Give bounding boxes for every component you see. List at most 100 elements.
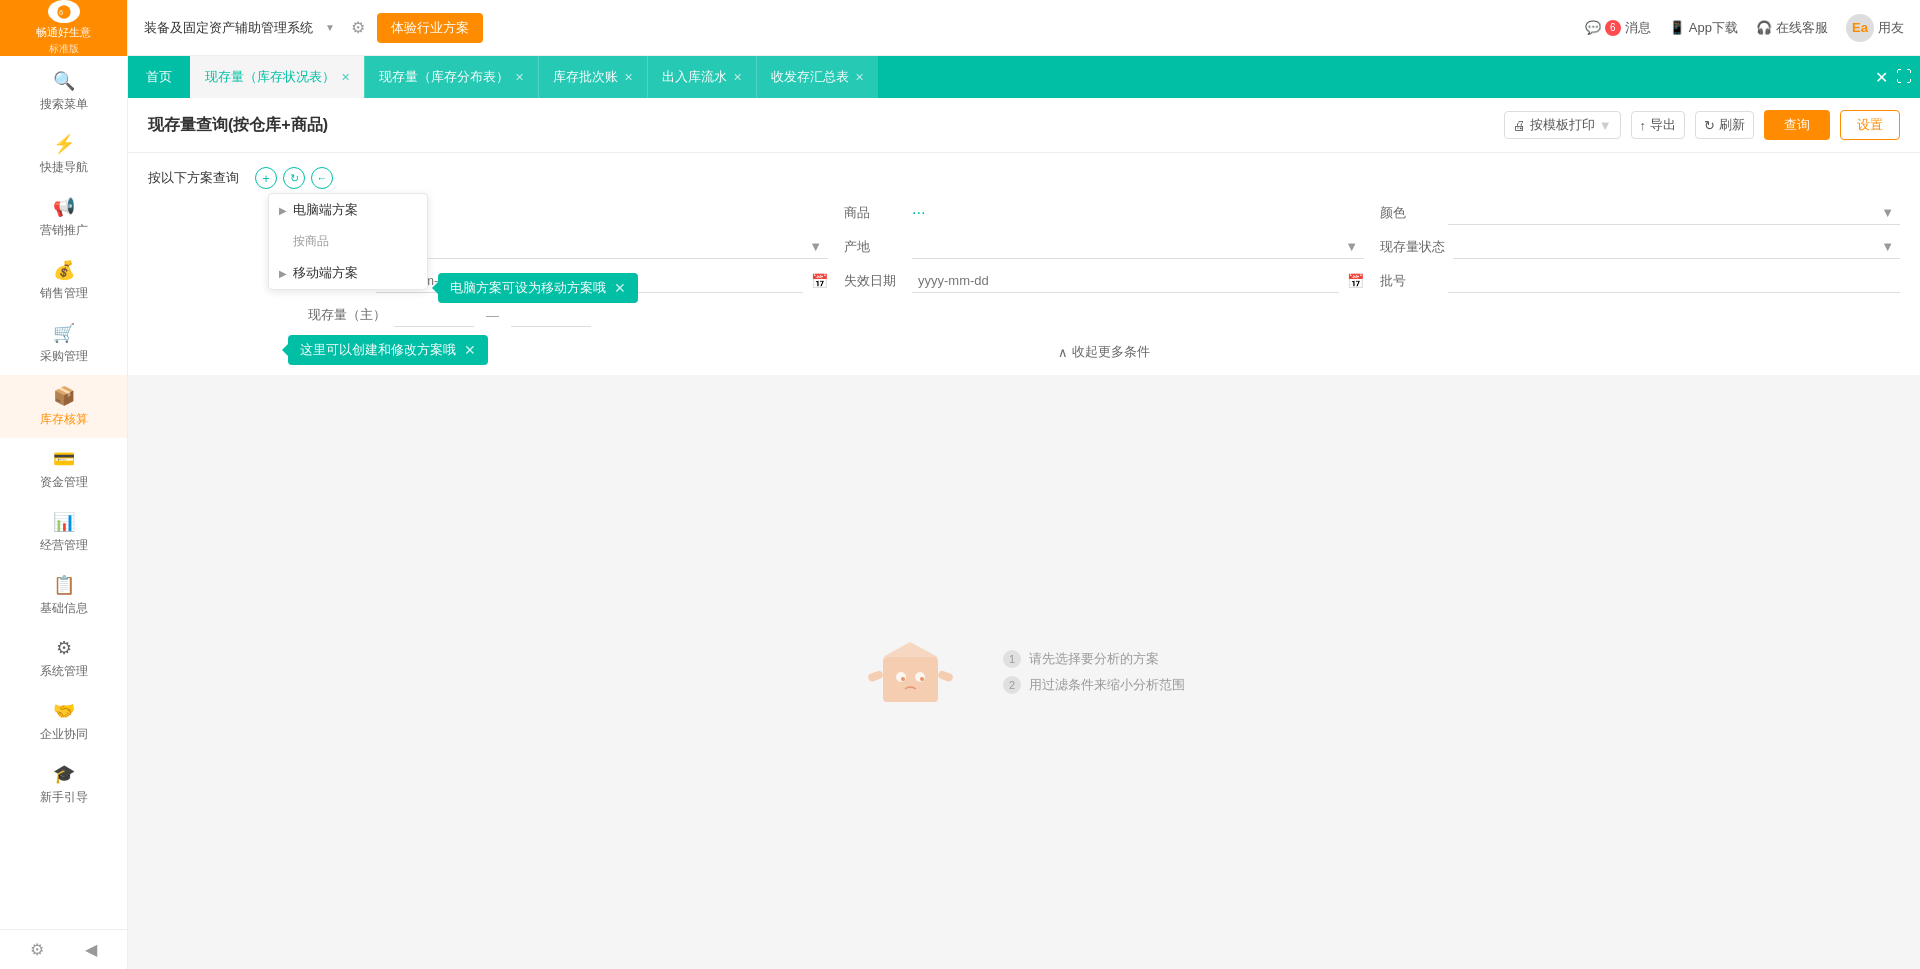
header-right: 💬 6 消息 📱 App下载 🎧 在线客服 Ea 用友 <box>1585 14 1904 42</box>
step-2-text: 用过滤条件来缩小分析范围 <box>1029 676 1185 694</box>
empty-illustration <box>863 622 963 722</box>
set-button[interactable]: 设置 <box>1840 110 1900 140</box>
service-label: 在线客服 <box>1776 19 1828 37</box>
tab-close-all-icon[interactable]: ✕ <box>1875 68 1888 87</box>
tab-close-3[interactable]: ✕ <box>624 71 633 84</box>
collapse-row[interactable]: ∧ 收起更多条件 <box>308 335 1900 365</box>
expire-date-input[interactable] <box>912 269 1339 293</box>
scheme-mobile[interactable]: ▶ 移动端方案 <box>269 257 427 289</box>
export-button[interactable]: ↑ 导出 <box>1631 111 1686 139</box>
print-button[interactable]: 🖨 按模板打印 ▼ <box>1504 111 1621 139</box>
sidebar-item-purchase[interactable]: 🛒 采购管理 <box>0 312 127 375</box>
tooltip-pc: 电脑方案可设为移动方案哦 ✕ <box>438 273 638 303</box>
service-icon: 🎧 <box>1756 20 1772 35</box>
search-button[interactable]: 查询 <box>1764 110 1830 140</box>
message-label: 消息 <box>1625 19 1651 37</box>
goods-dots[interactable]: ··· <box>912 204 925 222</box>
svg-rect-2 <box>883 657 938 702</box>
sidebar-item-guide[interactable]: 🎓 新手引导 <box>0 753 127 816</box>
tab-inventory-status[interactable]: 现存量（库存状况表） ✕ <box>190 56 364 98</box>
tab-close-1[interactable]: ✕ <box>341 71 350 84</box>
tooltip-pc-close[interactable]: ✕ <box>614 280 626 296</box>
tab-batch[interactable]: 库存批次账 ✕ <box>538 56 647 98</box>
tab-bar: 首页 现存量（库存状况表） ✕ 现存量（库存分布表） ✕ 库存批次账 ✕ 出入库… <box>128 56 1920 98</box>
sidebar-item-basic[interactable]: 📋 基础信息 <box>0 564 127 627</box>
step-1-text: 请先选择要分析的方案 <box>1029 650 1159 668</box>
app-download-item[interactable]: 📱 App下载 <box>1669 19 1738 37</box>
tab-flow[interactable]: 出入库流水 ✕ <box>647 56 756 98</box>
empty-step-2: 2 用过滤条件来缩小分析范围 <box>1003 676 1185 694</box>
settings-icon[interactable]: ⚙ <box>351 18 365 37</box>
back-scheme-btn[interactable]: ← <box>311 167 333 189</box>
add-scheme-btn[interactable]: + <box>255 167 277 189</box>
collapse-btn[interactable]: ◀ <box>85 940 97 959</box>
industry-button[interactable]: 体验行业方案 <box>377 13 483 43</box>
sidebar-item-finance[interactable]: 💳 资金管理 <box>0 438 127 501</box>
tab-home[interactable]: 首页 <box>128 56 190 98</box>
sidebar-item-search[interactable]: 🔍 搜索菜单 <box>0 60 127 123</box>
batch-input[interactable] <box>1448 269 1900 293</box>
field-goods: 商品 ··· <box>844 201 1364 225</box>
page-header: 现存量查询(按仓库+商品) 🖨 按模板打印 ▼ ↑ 导出 ↻ 刷新 查询 设置 <box>128 98 1920 153</box>
status-select[interactable]: ▼ <box>1453 235 1900 259</box>
size-dropdown: ▼ <box>809 239 822 254</box>
empty-state: 1 请先选择要分析的方案 2 用过滤条件来缩小分析范围 <box>128 375 1920 969</box>
main-area: 装备及固定资产辅助管理系统 ▼ ⚙ 体验行业方案 💬 6 消息 📱 App下载 … <box>128 0 1920 969</box>
scheme-pc-label: 电脑端方案 <box>293 201 417 219</box>
sidebar-item-enterprise[interactable]: 🤝 企业协同 <box>0 690 127 753</box>
messages-item[interactable]: 💬 6 消息 <box>1585 19 1651 37</box>
sidebar-item-nav[interactable]: ⚡ 快捷导航 <box>0 123 127 186</box>
sidebar-item-inventory[interactable]: 📦 库存核算 <box>0 375 127 438</box>
tab-inventory-dist[interactable]: 现存量（库存分布表） ✕ <box>364 56 538 98</box>
tab-close-4[interactable]: ✕ <box>733 71 742 84</box>
expire-calendar-icon[interactable]: 📅 <box>1347 273 1364 289</box>
tab-summary[interactable]: 收发存汇总表 ✕ <box>756 56 878 98</box>
tooltip-pc-text: 电脑方案可设为移动方案哦 <box>450 279 606 297</box>
print-icon: 🖨 <box>1513 118 1526 133</box>
tooltip-create-close[interactable]: ✕ <box>464 342 476 358</box>
empty-steps: 1 请先选择要分析的方案 2 用过滤条件来缩小分析范围 <box>1003 650 1185 694</box>
origin-select[interactable]: ▼ <box>912 235 1364 259</box>
system-dropdown-icon[interactable]: ▼ <box>325 22 335 33</box>
tab-close-2[interactable]: ✕ <box>515 71 524 84</box>
user-item[interactable]: Ea 用友 <box>1846 14 1904 42</box>
produce-calendar-icon[interactable]: 📅 <box>811 273 828 289</box>
svg-text:6: 6 <box>59 8 63 17</box>
field-color: 颜色 ▼ <box>1380 201 1900 225</box>
sidebar-item-marketing[interactable]: 📢 营销推广 <box>0 186 127 249</box>
logo-icon: 6 <box>48 0 80 23</box>
inventory-icon: 📦 <box>53 385 75 407</box>
scheme-mobile-label: 移动端方案 <box>293 264 417 282</box>
app-label: App下载 <box>1689 19 1738 37</box>
refresh-scheme-btn[interactable]: ↻ <box>283 167 305 189</box>
qty-min-input[interactable] <box>394 303 474 327</box>
top-header: 装备及固定资产辅助管理系统 ▼ ⚙ 体验行业方案 💬 6 消息 📱 App下载 … <box>128 0 1920 56</box>
field-qty: 现存量（主） — <box>308 303 828 327</box>
sidebar-nav: 🔍 搜索菜单 ⚡ 快捷导航 📢 营销推广 💰 销售管理 🛒 采购管理 📦 库存核… <box>0 56 127 929</box>
scheme-pc[interactable]: ▶ 电脑端方案 <box>269 194 427 226</box>
system-name: 装备及固定资产辅助管理系统 <box>144 19 313 37</box>
color-select[interactable]: ▼ <box>1448 201 1900 225</box>
sidebar-item-sales[interactable]: 💰 销售管理 <box>0 249 127 312</box>
user-label: 用友 <box>1878 19 1904 37</box>
tab-fullscreen-icon[interactable]: ⛶ <box>1896 68 1912 86</box>
sidebar-item-system[interactable]: ⚙ 系统管理 <box>0 627 127 690</box>
customer-service-item[interactable]: 🎧 在线客服 <box>1756 19 1828 37</box>
qty-max-input[interactable] <box>511 303 591 327</box>
guide-icon: 🎓 <box>53 763 75 785</box>
size-select[interactable]: ▼ <box>376 235 828 259</box>
empty-step-1: 1 请先选择要分析的方案 <box>1003 650 1185 668</box>
filter-label: 按以下方案查询 <box>148 169 239 187</box>
message-icon: 💬 <box>1585 20 1601 35</box>
refresh-button[interactable]: ↻ 刷新 <box>1695 111 1754 139</box>
content-area: 现存量查询(按仓库+商品) 🖨 按模板打印 ▼ ↑ 导出 ↻ 刷新 查询 设置 <box>128 98 1920 969</box>
tab-close-5[interactable]: ✕ <box>855 71 864 84</box>
sidebar-item-ops[interactable]: 📊 经营管理 <box>0 501 127 564</box>
collapse-label: 收起更多条件 <box>1072 343 1150 361</box>
settings-bottom-btn[interactable]: ⚙ <box>30 940 44 959</box>
scheme-sub[interactable]: 按商品 <box>269 226 427 257</box>
export-icon: ↑ <box>1640 118 1647 133</box>
nav-icon: ⚡ <box>53 133 75 155</box>
status-dropdown: ▼ <box>1881 239 1894 254</box>
fields-grid: 仓库 ··· 商品 ··· 颜色 ▼ <box>308 201 1900 335</box>
